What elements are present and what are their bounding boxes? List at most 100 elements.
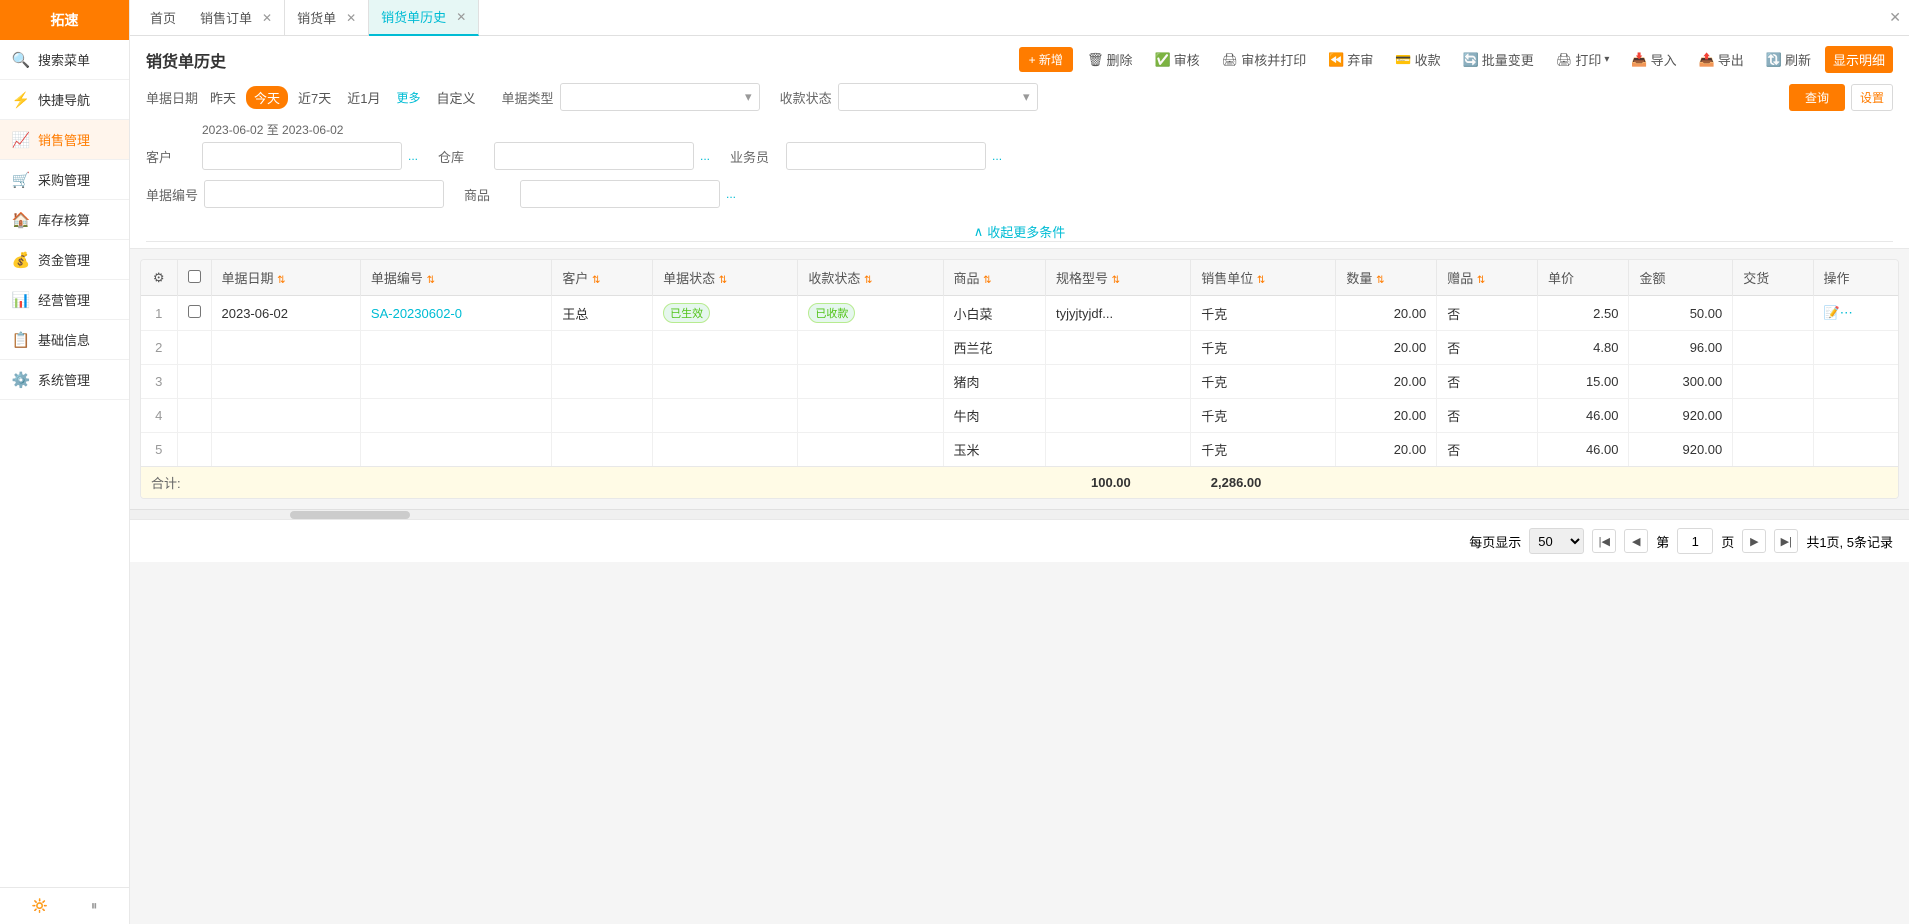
abandon-button[interactable]: ⏪ 弃审 xyxy=(1320,46,1381,73)
sidebar-item-basic-info[interactable]: 📋 基础信息 xyxy=(0,320,129,360)
date-btn-1month[interactable]: 近1月 xyxy=(341,86,386,109)
review-print-button[interactable]: 🖨 审核并打印 xyxy=(1214,46,1315,73)
cell-payment-status: 已收款 xyxy=(798,296,943,331)
new-button[interactable]: + 新增 xyxy=(1019,47,1073,72)
import-button[interactable]: 📥 导入 xyxy=(1623,46,1684,73)
tab-sales-delivery[interactable]: 销货单 ✕ xyxy=(285,0,369,36)
show-detail-button[interactable]: 显示明细 xyxy=(1825,46,1893,73)
cell-checkbox[interactable] xyxy=(177,433,211,467)
tabs-close-all[interactable]: ✕ xyxy=(1889,9,1901,26)
page-number-input[interactable] xyxy=(1677,528,1713,554)
cell-customer xyxy=(552,433,653,467)
doc-status-badge: 已生效 xyxy=(663,303,710,323)
tab-sales-order[interactable]: 销售订单 ✕ xyxy=(188,0,285,36)
sidebar-bottom-icon1[interactable]: 🔆 xyxy=(32,898,48,914)
cell-checkbox[interactable] xyxy=(177,399,211,433)
cell-spec xyxy=(1046,399,1191,433)
sidebar-item-sys-mgmt[interactable]: ⚙️ 系统管理 xyxy=(0,360,129,400)
query-button[interactable]: 查询 xyxy=(1789,84,1845,111)
warehouse-input[interactable] xyxy=(494,142,694,170)
date-btn-yesterday[interactable]: 昨天 xyxy=(204,86,242,109)
date-btn-today[interactable]: 今天 xyxy=(246,86,288,109)
table-row: 1 2023-06-02 SA-20230602-0 王总 已生效 已收款 小白… xyxy=(141,296,1898,331)
th-customer[interactable]: 客户 ⇅ xyxy=(552,260,653,296)
product-input[interactable] xyxy=(520,180,720,208)
delete-button[interactable]: 🗑 删除 xyxy=(1079,46,1141,73)
th-doc-date-label: 单据日期 xyxy=(222,271,274,286)
cell-checkbox[interactable] xyxy=(177,296,211,331)
close-sales-order-icon[interactable]: ✕ xyxy=(262,11,272,25)
date-range-btns: 昨天 今天 近7天 近1月 更多 自定义 xyxy=(204,86,482,109)
close-sales-history-icon[interactable]: ✕ xyxy=(456,10,466,24)
th-doc-date[interactable]: 单据日期 ⇅ xyxy=(211,260,360,296)
cell-checkbox[interactable] xyxy=(177,365,211,399)
cell-amount: 920.00 xyxy=(1629,433,1733,467)
sidebar-item-ops-mgmt[interactable]: 📊 经营管理 xyxy=(0,280,129,320)
sidebar-item-purchase-mgmt[interactable]: 🛒 采购管理 xyxy=(0,160,129,200)
sidebar-item-finance-mgmt[interactable]: 💰 资金管理 xyxy=(0,240,129,280)
cart-icon: 🛒 xyxy=(12,171,30,189)
th-product[interactable]: 商品 ⇅ xyxy=(943,260,1045,296)
prev-page-btn[interactable]: ◀ xyxy=(1624,529,1648,553)
refresh-button[interactable]: 🔃 刷新 xyxy=(1758,46,1819,73)
review-button[interactable]: ✅ 审核 xyxy=(1146,46,1207,73)
cell-payment-status xyxy=(798,365,943,399)
collect-button[interactable]: 💳 收款 xyxy=(1387,46,1448,73)
th-payment-status[interactable]: 收款状态 ⇅ xyxy=(798,260,943,296)
date-btn-more[interactable]: 更多 xyxy=(391,87,427,108)
salesperson-ellipsis-btn[interactable]: ... xyxy=(992,149,1002,163)
next-page-btn[interactable]: ▶ xyxy=(1742,529,1766,553)
close-sales-delivery-icon[interactable]: ✕ xyxy=(346,11,356,25)
export-button[interactable]: 📤 导出 xyxy=(1691,46,1752,73)
sidebar-bottom-icon2[interactable]: ⏸ xyxy=(91,898,98,914)
doc-no-link[interactable]: SA-20230602-0 xyxy=(371,306,462,321)
date-btn-7days[interactable]: 近7天 xyxy=(292,86,337,109)
th-spec[interactable]: 规格型号 ⇅ xyxy=(1046,260,1191,296)
doc-no-input[interactable] xyxy=(204,180,444,208)
row-checkbox[interactable] xyxy=(188,305,201,318)
sidebar-item-search-menu[interactable]: 🔍 搜索菜单 xyxy=(0,40,129,80)
table-row: 5 玉米 千克 20.00 否 46.00 920.00 xyxy=(141,433,1898,467)
per-page-select[interactable]: 50 100 xyxy=(1529,528,1584,554)
th-unit[interactable]: 销售单位 ⇅ xyxy=(1191,260,1336,296)
batch-change-button[interactable]: 🔄 批量变更 xyxy=(1455,46,1542,73)
collapse-button[interactable]: ∧ 收起更多条件 xyxy=(974,222,1066,241)
last-page-btn[interactable]: ▶| xyxy=(1774,529,1798,553)
th-qty-label: 数量 xyxy=(1346,271,1372,286)
date-btn-custom[interactable]: 自定义 xyxy=(431,86,482,109)
sidebar-item-inventory[interactable]: 🏠 库存核算 xyxy=(0,200,129,240)
horizontal-scrollbar[interactable] xyxy=(130,509,1909,519)
more-action-btn[interactable]: ⋯ xyxy=(1840,305,1853,321)
th-gear[interactable]: ⚙ xyxy=(141,260,177,296)
cell-checkbox[interactable] xyxy=(177,331,211,365)
cell-product: 牛肉 xyxy=(943,399,1045,433)
payment-status-select[interactable] xyxy=(838,83,1038,111)
cell-doc-date xyxy=(211,365,360,399)
sidebar-item-sales-mgmt[interactable]: 📈 销售管理 xyxy=(0,120,129,160)
cell-unit: 千克 xyxy=(1191,365,1336,399)
settings-button[interactable]: 设置 xyxy=(1851,84,1893,111)
print-button[interactable]: 🖨 打印 ▾ xyxy=(1548,46,1618,73)
doc-type-select[interactable] xyxy=(560,83,760,111)
summary-label: 合计: xyxy=(151,473,211,492)
tab-home[interactable]: 首页 xyxy=(138,0,188,36)
sidebar-item-quick-nav[interactable]: ⚡ 快捷导航 xyxy=(0,80,129,120)
product-ellipsis-btn[interactable]: ... xyxy=(726,187,736,201)
th-doc-no[interactable]: 单据编号 ⇅ xyxy=(360,260,551,296)
customer-input[interactable] xyxy=(202,142,402,170)
th-doc-status[interactable]: 单据状态 ⇅ xyxy=(653,260,798,296)
th-gift[interactable]: 赠品 ⇅ xyxy=(1437,260,1538,296)
warehouse-ellipsis-btn[interactable]: ... xyxy=(700,149,710,163)
cell-row-number: 1 xyxy=(141,296,177,331)
th-qty[interactable]: 数量 ⇅ xyxy=(1336,260,1437,296)
salesperson-input[interactable] xyxy=(786,142,986,170)
tab-sales-history[interactable]: 销货单历史 ✕ xyxy=(369,0,479,36)
select-all-checkbox[interactable] xyxy=(188,270,201,283)
cell-payment-status xyxy=(798,399,943,433)
edit-btn[interactable]: 📝 xyxy=(1824,305,1840,321)
customer-ellipsis-btn[interactable]: ... xyxy=(408,149,418,163)
gear-icon: ⚙️ xyxy=(12,371,30,389)
th-unit-price: 单价 xyxy=(1538,260,1629,296)
first-page-btn[interactable]: |◀ xyxy=(1592,529,1616,553)
scroll-thumb[interactable] xyxy=(290,511,410,519)
